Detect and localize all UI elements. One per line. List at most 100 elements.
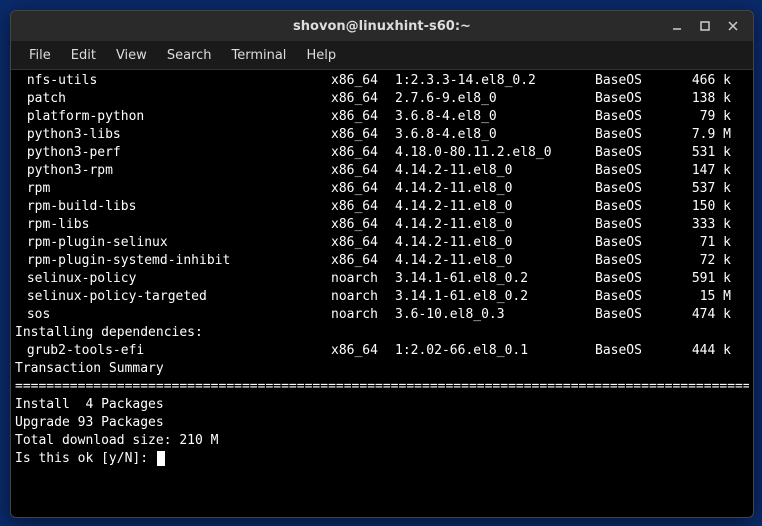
pkg-arch: x86_64	[331, 234, 395, 252]
package-row: selinux-policynoarch3.14.1-61.el8_0.2Bas…	[15, 270, 749, 288]
pkg-version: 3.6.8-4.el8_0	[395, 126, 595, 144]
install-line: Install 4 Packages	[15, 396, 749, 414]
pkg-size: 150 k	[675, 198, 731, 216]
pkg-version: 4.18.0-80.11.2.el8_0	[395, 144, 595, 162]
pkg-repo: BaseOS	[595, 216, 675, 234]
pkg-arch: noarch	[331, 306, 395, 324]
pkg-arch: x86_64	[331, 198, 395, 216]
menubar: File Edit View Search Terminal Help	[11, 41, 753, 70]
pkg-name: platform-python	[15, 108, 331, 126]
pkg-size: 147 k	[675, 162, 731, 180]
pkg-arch: x86_64	[331, 144, 395, 162]
cursor	[157, 451, 165, 466]
terminal-output[interactable]: nfs-utilsx86_641:2.3.3-14.el8_0.2BaseOS4…	[11, 70, 753, 517]
pkg-version: 4.14.2-11.el8_0	[395, 198, 595, 216]
pkg-size: 466 k	[675, 72, 731, 90]
pkg-version: 3.14.1-61.el8_0.2	[395, 288, 595, 306]
menu-edit[interactable]: Edit	[61, 44, 106, 67]
pkg-size: 72 k	[675, 252, 731, 270]
pkg-repo: BaseOS	[595, 234, 675, 252]
window-title: shovon@linuxhint-s60:~	[11, 19, 753, 34]
package-row: grub2-tools-efix86_641:2.02-66.el8_0.1Ba…	[15, 342, 749, 360]
pkg-arch: x86_64	[331, 162, 395, 180]
summary-title: Transaction Summary	[15, 360, 749, 378]
pkg-repo: BaseOS	[595, 90, 675, 108]
package-row: rpm-libsx86_644.14.2-11.el8_0BaseOS333 k	[15, 216, 749, 234]
pkg-name: python3-rpm	[15, 162, 331, 180]
pkg-version: 4.14.2-11.el8_0	[395, 180, 595, 198]
pkg-arch: x86_64	[331, 342, 395, 360]
pkg-name: sos	[15, 306, 331, 324]
pkg-name: rpm-libs	[15, 216, 331, 234]
pkg-arch: x86_64	[331, 90, 395, 108]
pkg-arch: noarch	[331, 288, 395, 306]
pkg-name: selinux-policy	[15, 270, 331, 288]
titlebar: shovon@linuxhint-s60:~	[11, 11, 753, 41]
pkg-size: 7.9 M	[675, 126, 731, 144]
pkg-name: nfs-utils	[15, 72, 331, 90]
pkg-name: selinux-policy-targeted	[15, 288, 331, 306]
pkg-name: python3-libs	[15, 126, 331, 144]
pkg-size: 15 M	[675, 288, 731, 306]
pkg-version: 3.6.8-4.el8_0	[395, 108, 595, 126]
pkg-version: 3.14.1-61.el8_0.2	[395, 270, 595, 288]
pkg-repo: BaseOS	[595, 162, 675, 180]
package-row: platform-pythonx86_643.6.8-4.el8_0BaseOS…	[15, 108, 749, 126]
pkg-name: rpm-plugin-selinux	[15, 234, 331, 252]
pkg-repo: BaseOS	[595, 180, 675, 198]
pkg-arch: x86_64	[331, 216, 395, 234]
pkg-size: 333 k	[675, 216, 731, 234]
menu-help[interactable]: Help	[296, 44, 346, 67]
pkg-version: 4.14.2-11.el8_0	[395, 234, 595, 252]
pkg-repo: BaseOS	[595, 252, 675, 270]
download-size: Total download size: 210 M	[15, 432, 749, 450]
pkg-name: patch	[15, 90, 331, 108]
prompt-text: Is this ok [y/N]:	[15, 451, 156, 466]
summary-rule: ========================================…	[15, 378, 749, 396]
upgrade-line: Upgrade 93 Packages	[15, 414, 749, 432]
pkg-repo: BaseOS	[595, 72, 675, 90]
confirm-prompt[interactable]: Is this ok [y/N]:	[15, 450, 749, 468]
maximize-button[interactable]	[691, 14, 719, 38]
pkg-repo: BaseOS	[595, 306, 675, 324]
close-button[interactable]	[719, 14, 747, 38]
minimize-button[interactable]	[663, 14, 691, 38]
pkg-repo: BaseOS	[595, 144, 675, 162]
package-row: sosnoarch3.6-10.el8_0.3BaseOS474 k	[15, 306, 749, 324]
package-row: selinux-policy-targetednoarch3.14.1-61.e…	[15, 288, 749, 306]
pkg-arch: x86_64	[331, 252, 395, 270]
menu-view[interactable]: View	[106, 44, 157, 67]
pkg-arch: x86_64	[331, 180, 395, 198]
pkg-name: grub2-tools-efi	[15, 342, 331, 360]
deps-header: Installing dependencies:	[15, 324, 749, 342]
pkg-repo: BaseOS	[595, 270, 675, 288]
pkg-size: 71 k	[675, 234, 731, 252]
package-row: rpm-plugin-selinuxx86_644.14.2-11.el8_0B…	[15, 234, 749, 252]
pkg-arch: x86_64	[331, 108, 395, 126]
package-row: python3-rpmx86_644.14.2-11.el8_0BaseOS14…	[15, 162, 749, 180]
pkg-repo: BaseOS	[595, 198, 675, 216]
menu-file[interactable]: File	[19, 44, 61, 67]
pkg-size: 591 k	[675, 270, 731, 288]
pkg-repo: BaseOS	[595, 342, 675, 360]
package-row: rpm-build-libsx86_644.14.2-11.el8_0BaseO…	[15, 198, 749, 216]
menu-terminal[interactable]: Terminal	[221, 44, 296, 67]
menu-search[interactable]: Search	[157, 44, 222, 67]
terminal-window: shovon@linuxhint-s60:~ File Edit View Se…	[10, 10, 754, 518]
pkg-size: 79 k	[675, 108, 731, 126]
pkg-version: 3.6-10.el8_0.3	[395, 306, 595, 324]
pkg-size: 531 k	[675, 144, 731, 162]
pkg-arch: noarch	[331, 270, 395, 288]
pkg-name: rpm-plugin-systemd-inhibit	[15, 252, 331, 270]
pkg-version: 2.7.6-9.el8_0	[395, 90, 595, 108]
package-row: python3-libsx86_643.6.8-4.el8_0BaseOS7.9…	[15, 126, 749, 144]
pkg-version: 1:2.3.3-14.el8_0.2	[395, 72, 595, 90]
pkg-repo: BaseOS	[595, 126, 675, 144]
pkg-repo: BaseOS	[595, 288, 675, 306]
pkg-name: rpm-build-libs	[15, 198, 331, 216]
pkg-size: 474 k	[675, 306, 731, 324]
pkg-arch: x86_64	[331, 126, 395, 144]
pkg-name: python3-perf	[15, 144, 331, 162]
pkg-version: 4.14.2-11.el8_0	[395, 162, 595, 180]
pkg-name: rpm	[15, 180, 331, 198]
